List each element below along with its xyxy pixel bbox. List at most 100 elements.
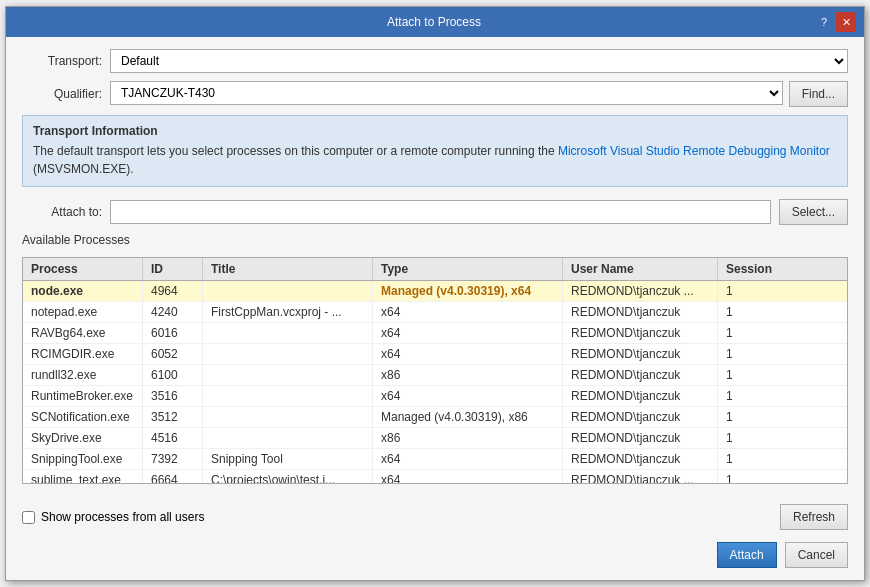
info-box-title: Transport Information — [33, 124, 837, 138]
table-cell: x64 — [373, 449, 563, 469]
bottom-bar: Show processes from all users Refresh — [6, 496, 864, 538]
table-cell: 6100 — [143, 365, 203, 385]
table-cell: 1 — [718, 428, 847, 448]
table-row[interactable]: RuntimeBroker.exe3516 x64REDMOND\tjanczuk… — [23, 386, 847, 407]
col-header-process[interactable]: Process — [23, 258, 143, 280]
table-cell: 4964 — [143, 281, 203, 301]
table-cell: x86 — [373, 365, 563, 385]
transport-control-wrap: Default — [110, 49, 848, 73]
title-bar-controls: ? ✕ — [814, 12, 856, 32]
table-cell: Managed (v4.0.30319), x64 — [373, 281, 563, 301]
info-text-1: The default transport lets you select pr… — [33, 144, 555, 158]
table-cell: RAVBg64.exe — [23, 323, 143, 343]
table-cell: 1 — [718, 449, 847, 469]
select-button[interactable]: Select... — [779, 199, 848, 225]
table-cell: node.exe — [23, 281, 143, 301]
table-cell: 7392 — [143, 449, 203, 469]
available-processes-label: Available Processes — [22, 233, 848, 247]
table-cell — [203, 323, 373, 343]
table-cell: REDMOND\tjanczuk ... — [563, 281, 718, 301]
col-header-title[interactable]: Title — [203, 258, 373, 280]
attach-to-row: Attach to: Managed (v4.5, v4.0) code Sel… — [22, 199, 848, 225]
transport-label: Transport: — [22, 54, 102, 68]
table-row[interactable]: RAVBg64.exe6016x64REDMOND\tjanczuk1 — [23, 323, 847, 344]
table-cell: 4516 — [143, 428, 203, 448]
table-cell: x64 — [373, 344, 563, 364]
table-cell — [203, 344, 373, 364]
process-table: Process ID Title Type User Name Session … — [22, 257, 848, 484]
table-cell: 1 — [718, 302, 847, 322]
table-cell: RCIMGDIR.exe — [23, 344, 143, 364]
info-text-2: (MSVSMON.EXE). — [33, 162, 134, 176]
table-cell: 1 — [718, 407, 847, 427]
table-cell: x86 — [373, 428, 563, 448]
refresh-button[interactable]: Refresh — [780, 504, 848, 530]
table-cell: FirstCppMan.vcxproj - ... — [203, 302, 373, 322]
table-row[interactable]: sublime_text.exe6664C:\projects\owin\tes… — [23, 470, 847, 483]
table-row[interactable]: rundll32.exe6100x86REDMOND\tjanczuk1 — [23, 365, 847, 386]
table-cell: x64 — [373, 302, 563, 322]
table-cell: REDMOND\tjanczuk — [563, 323, 718, 343]
col-header-type[interactable]: Type — [373, 258, 563, 280]
table-cell: REDMOND\tjanczuk — [563, 407, 718, 427]
action-buttons-bar: Attach Cancel — [6, 538, 864, 580]
table-cell: 1 — [718, 386, 847, 406]
table-cell: REDMOND\tjanczuk — [563, 365, 718, 385]
help-button[interactable]: ? — [814, 12, 834, 32]
table-row[interactable]: SCNotification.exe3512Managed (v4.0.3031… — [23, 407, 847, 428]
attach-button[interactable]: Attach — [717, 542, 777, 568]
table-row[interactable]: RCIMGDIR.exe6052x64REDMOND\tjanczuk1 — [23, 344, 847, 365]
table-cell: 1 — [718, 281, 847, 301]
table-cell: rundll32.exe — [23, 365, 143, 385]
table-cell: 6664 — [143, 470, 203, 483]
table-cell: 6052 — [143, 344, 203, 364]
table-cell: REDMOND\tjanczuk — [563, 386, 718, 406]
table-row[interactable]: SkyDrive.exe4516x86REDMOND\tjanczuk1 — [23, 428, 847, 449]
dialog-body: Transport: Default Qualifier: TJANCZUK-T… — [6, 37, 864, 496]
col-header-id[interactable]: ID — [143, 258, 203, 280]
table-cell: 6016 — [143, 323, 203, 343]
table-cell: x64 — [373, 386, 563, 406]
close-button[interactable]: ✕ — [836, 12, 856, 32]
attach-to-input[interactable]: Managed (v4.5, v4.0) code — [110, 200, 771, 224]
table-row[interactable]: notepad.exe4240FirstCppMan.vcxproj - ...… — [23, 302, 847, 323]
show-all-checkbox[interactable] — [22, 511, 35, 524]
table-cell: notepad.exe — [23, 302, 143, 322]
table-cell — [203, 386, 373, 406]
dialog-title: Attach to Process — [54, 15, 814, 29]
qualifier-select[interactable]: TJANCZUK-T430 — [110, 81, 783, 105]
table-cell: x64 — [373, 470, 563, 483]
transport-select[interactable]: Default — [110, 49, 848, 73]
info-box-text: The default transport lets you select pr… — [33, 142, 837, 178]
qualifier-label: Qualifier: — [22, 87, 102, 101]
table-cell — [203, 428, 373, 448]
show-all-row: Show processes from all users — [22, 510, 204, 524]
table-header: Process ID Title Type User Name Session — [23, 258, 847, 281]
table-cell: 3516 — [143, 386, 203, 406]
right-buttons: Refresh — [780, 504, 848, 530]
col-header-session[interactable]: Session — [718, 258, 847, 280]
table-cell: 1 — [718, 344, 847, 364]
show-all-label[interactable]: Show processes from all users — [41, 510, 204, 524]
table-cell: REDMOND\tjanczuk — [563, 302, 718, 322]
table-cell: 1 — [718, 323, 847, 343]
find-button[interactable]: Find... — [789, 81, 848, 107]
table-body[interactable]: node.exe4964Managed (v4.0.30319), x64RED… — [23, 281, 847, 483]
table-cell: C:\projects\owin\test.j... — [203, 470, 373, 483]
table-row[interactable]: SnippingTool.exe7392Snipping Toolx64REDM… — [23, 449, 847, 470]
attach-to-label: Attach to: — [22, 205, 102, 219]
info-link[interactable]: Microsoft Visual Studio Remote Debugging… — [558, 144, 830, 158]
attach-to-process-dialog: Attach to Process ? ✕ Transport: Default… — [5, 6, 865, 581]
table-cell: RuntimeBroker.exe — [23, 386, 143, 406]
col-header-user[interactable]: User Name — [563, 258, 718, 280]
transport-info-box: Transport Information The default transp… — [22, 115, 848, 187]
table-cell — [203, 281, 373, 301]
table-row[interactable]: node.exe4964 Managed (v4.0.30319), x64RED… — [23, 281, 847, 302]
table-cell: sublime_text.exe — [23, 470, 143, 483]
cancel-button[interactable]: Cancel — [785, 542, 848, 568]
table-cell: 3512 — [143, 407, 203, 427]
table-cell — [203, 365, 373, 385]
table-cell: SkyDrive.exe — [23, 428, 143, 448]
table-cell: Managed (v4.0.30319), x86 — [373, 407, 563, 427]
table-cell: Snipping Tool — [203, 449, 373, 469]
